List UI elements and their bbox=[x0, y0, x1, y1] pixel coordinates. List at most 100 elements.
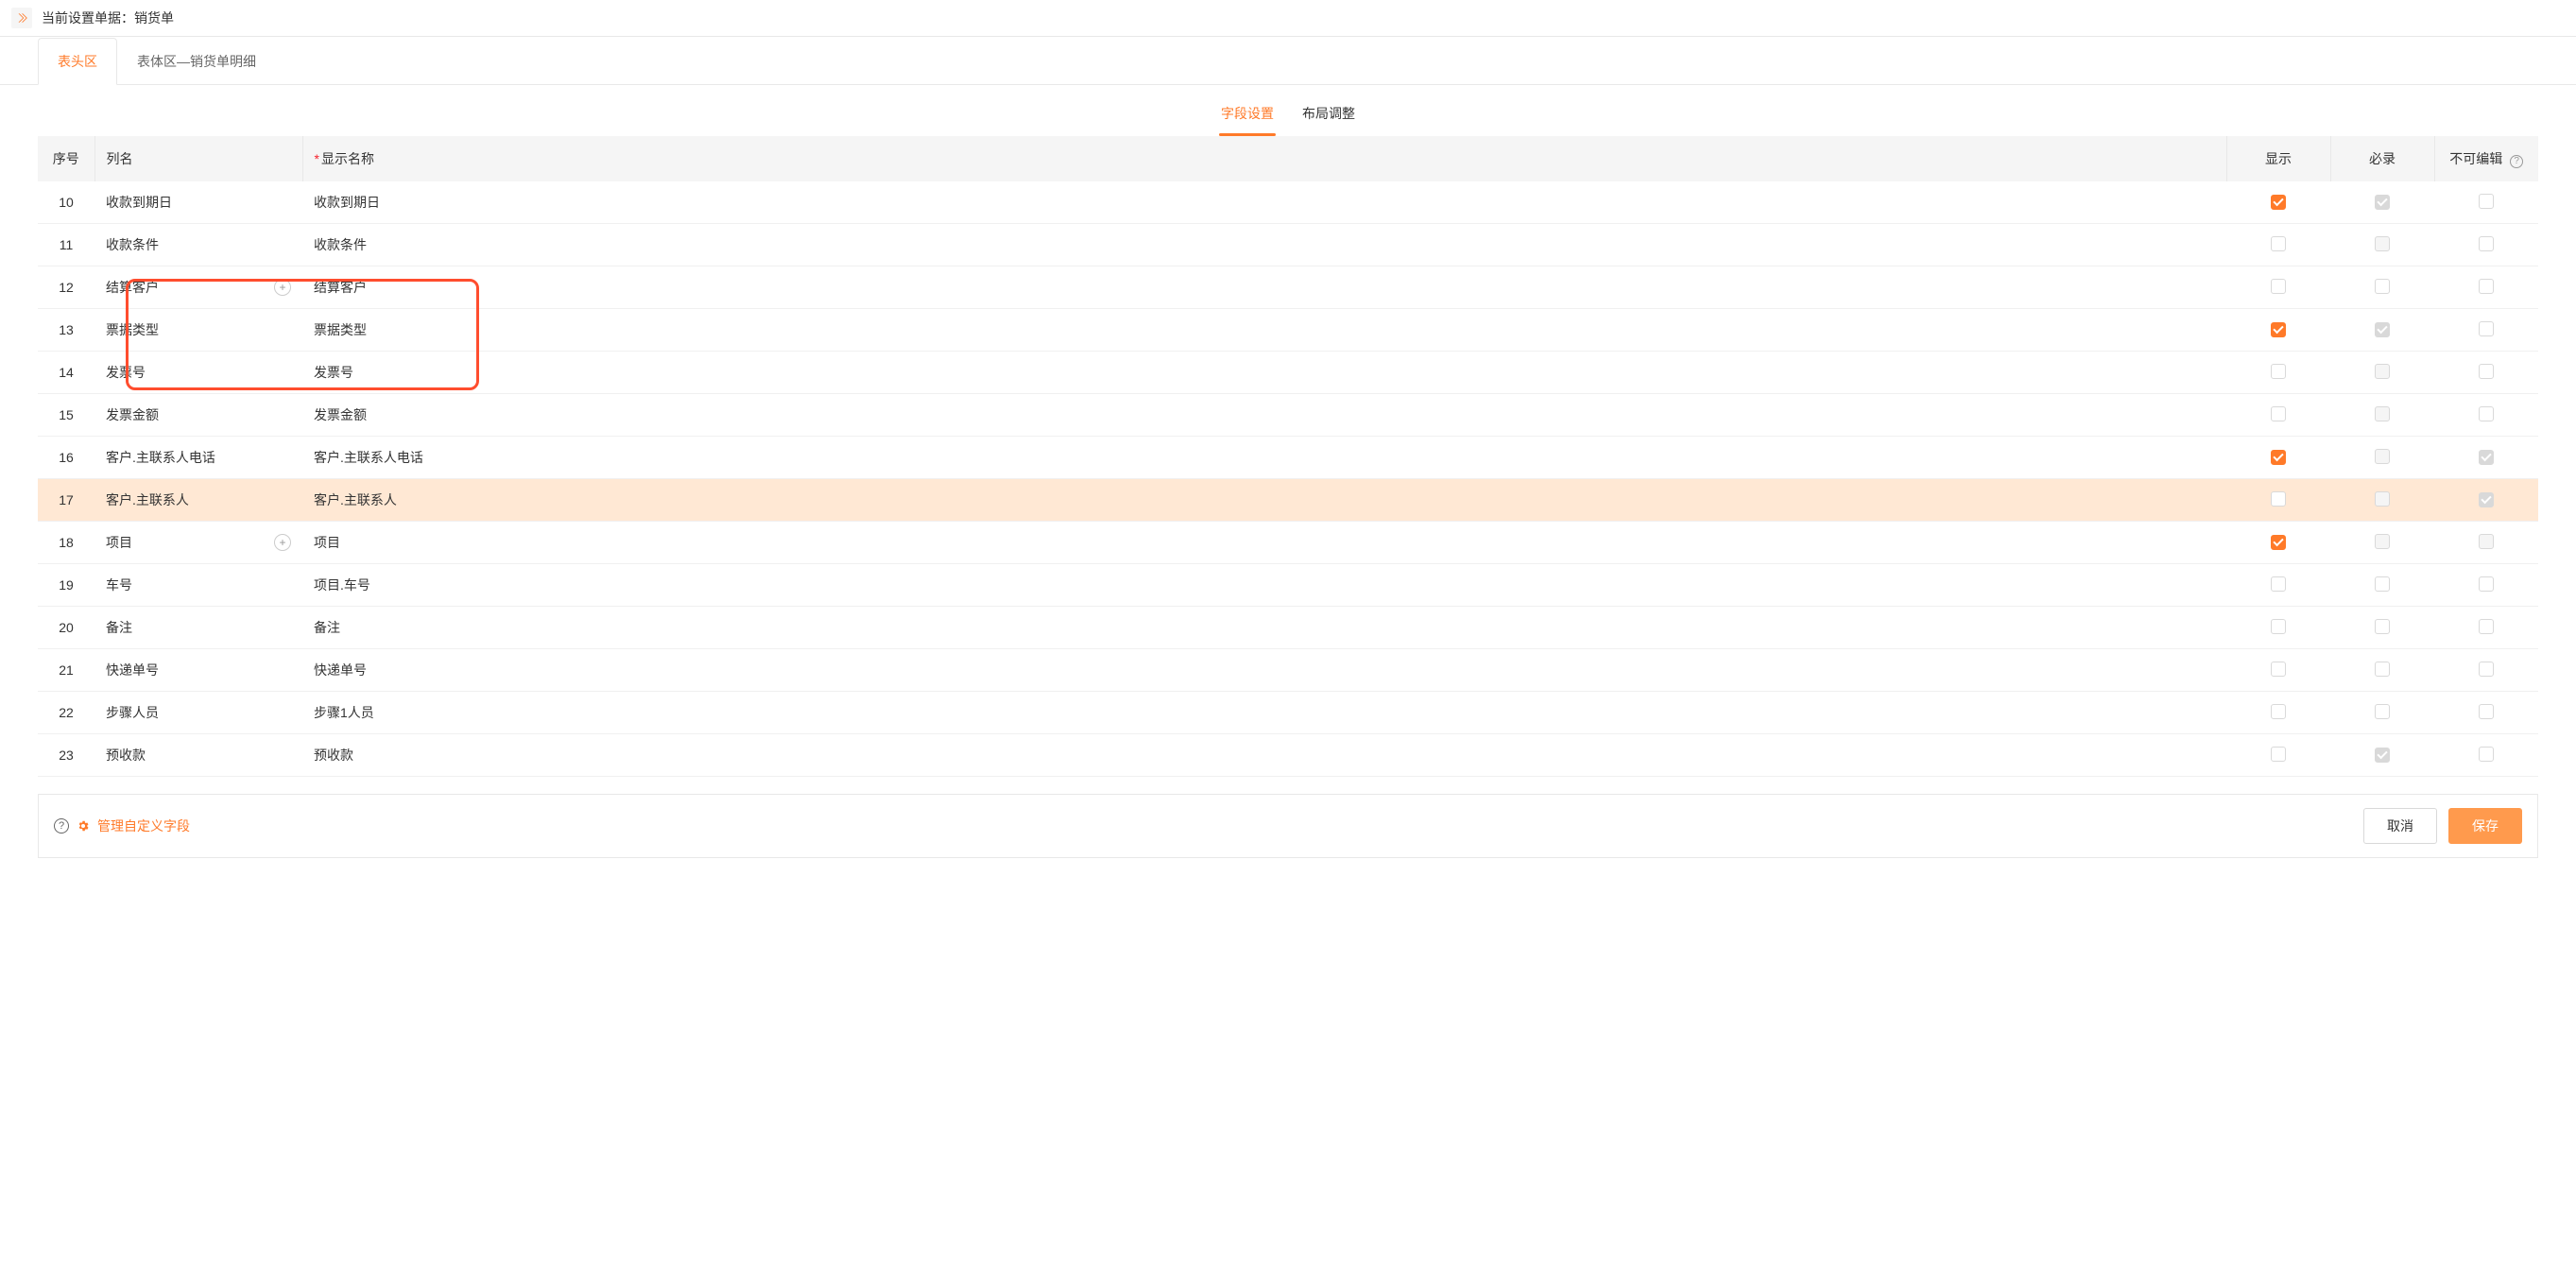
cell-display-name[interactable]: 客户.主联系人电话 bbox=[302, 437, 2226, 479]
cell-index: 11 bbox=[38, 224, 94, 266]
show-checkbox[interactable] bbox=[2271, 747, 2286, 762]
cell-name-text: 客户.主联系人 bbox=[106, 490, 189, 509]
table-row: 22步骤人员步骤1人员 bbox=[38, 692, 2538, 734]
show-checkbox[interactable] bbox=[2271, 236, 2286, 251]
cell-display-name[interactable]: 项目 bbox=[302, 522, 2226, 564]
cell-readonly bbox=[2434, 734, 2538, 777]
th-show: 显示 bbox=[2226, 136, 2330, 181]
readonly-checkbox[interactable] bbox=[2479, 364, 2494, 379]
sub-tab-0[interactable]: 字段设置 bbox=[1219, 98, 1276, 136]
th-name: 列名 bbox=[94, 136, 302, 181]
collapse-button[interactable] bbox=[11, 8, 32, 28]
tab-1[interactable]: 表体区—销货单明细 bbox=[117, 38, 276, 85]
cell-readonly bbox=[2434, 309, 2538, 352]
cell-required bbox=[2330, 734, 2434, 777]
cell-name: 客户.主联系人电话 bbox=[94, 437, 302, 479]
table-row: 21快递单号快递单号 bbox=[38, 649, 2538, 692]
readonly-checkbox[interactable] bbox=[2479, 747, 2494, 762]
th-display-name-label: 显示名称 bbox=[321, 151, 374, 166]
cell-display-name[interactable]: 步骤1人员 bbox=[302, 692, 2226, 734]
readonly-checkbox[interactable] bbox=[2479, 619, 2494, 634]
show-checkbox[interactable] bbox=[2271, 406, 2286, 421]
table-row: 16客户.主联系人电话客户.主联系人电话 bbox=[38, 437, 2538, 479]
readonly-checkbox[interactable] bbox=[2479, 406, 2494, 421]
required-checkbox bbox=[2375, 236, 2390, 251]
cell-index: 12 bbox=[38, 266, 94, 309]
readonly-checkbox[interactable] bbox=[2479, 194, 2494, 209]
cell-display-name[interactable]: 项目.车号 bbox=[302, 564, 2226, 607]
cell-name: 发票号 bbox=[94, 352, 302, 394]
cell-display-name[interactable]: 发票号 bbox=[302, 352, 2226, 394]
tab-0[interactable]: 表头区 bbox=[38, 38, 117, 85]
show-checkbox[interactable] bbox=[2271, 450, 2286, 465]
readonly-checkbox[interactable] bbox=[2479, 662, 2494, 677]
readonly-checkbox[interactable] bbox=[2479, 279, 2494, 294]
required-checkbox[interactable] bbox=[2375, 704, 2390, 719]
cell-name-text: 发票金额 bbox=[106, 405, 159, 424]
cell-readonly bbox=[2434, 564, 2538, 607]
plus-icon[interactable]: + bbox=[274, 279, 291, 296]
required-checkbox bbox=[2375, 195, 2390, 210]
sub-tab-1[interactable]: 布局调整 bbox=[1300, 98, 1357, 136]
cell-index: 20 bbox=[38, 607, 94, 649]
cell-index: 22 bbox=[38, 692, 94, 734]
cell-show bbox=[2226, 181, 2330, 224]
readonly-checkbox[interactable] bbox=[2479, 576, 2494, 592]
required-checkbox[interactable] bbox=[2375, 619, 2390, 634]
readonly-checkbox bbox=[2479, 450, 2494, 465]
cell-name-text: 快递单号 bbox=[106, 661, 159, 679]
cell-readonly bbox=[2434, 266, 2538, 309]
cell-display-name[interactable]: 快递单号 bbox=[302, 649, 2226, 692]
cell-show bbox=[2226, 522, 2330, 564]
show-checkbox[interactable] bbox=[2271, 576, 2286, 592]
show-checkbox[interactable] bbox=[2271, 662, 2286, 677]
cell-name: 客户.主联系人 bbox=[94, 479, 302, 522]
plus-icon[interactable]: + bbox=[274, 534, 291, 551]
cell-index: 16 bbox=[38, 437, 94, 479]
help-icon[interactable]: ? bbox=[2510, 155, 2523, 168]
show-checkbox[interactable] bbox=[2271, 195, 2286, 210]
cell-show bbox=[2226, 607, 2330, 649]
cell-readonly bbox=[2434, 437, 2538, 479]
save-button[interactable]: 保存 bbox=[2448, 808, 2522, 844]
readonly-checkbox[interactable] bbox=[2479, 236, 2494, 251]
required-checkbox bbox=[2375, 748, 2390, 763]
readonly-checkbox bbox=[2479, 534, 2494, 549]
show-checkbox[interactable] bbox=[2271, 322, 2286, 337]
cell-display-name[interactable]: 备注 bbox=[302, 607, 2226, 649]
cell-index: 17 bbox=[38, 479, 94, 522]
show-checkbox[interactable] bbox=[2271, 619, 2286, 634]
required-checkbox[interactable] bbox=[2375, 662, 2390, 677]
show-checkbox[interactable] bbox=[2271, 364, 2286, 379]
cell-index: 23 bbox=[38, 734, 94, 777]
cell-name-text: 收款到期日 bbox=[106, 193, 172, 212]
custom-field-link[interactable]: 管理自定义字段 bbox=[97, 816, 190, 835]
show-checkbox[interactable] bbox=[2271, 535, 2286, 550]
chevron-right-double-icon bbox=[15, 11, 28, 25]
cell-display-name[interactable]: 客户.主联系人 bbox=[302, 479, 2226, 522]
cell-name-text: 项目 bbox=[106, 533, 132, 552]
cell-display-name[interactable]: 发票金额 bbox=[302, 394, 2226, 437]
cell-display-name[interactable]: 票据类型 bbox=[302, 309, 2226, 352]
cell-display-name[interactable]: 结算客户 bbox=[302, 266, 2226, 309]
cancel-button[interactable]: 取消 bbox=[2363, 808, 2437, 844]
footer-right: 取消 保存 bbox=[2363, 808, 2522, 844]
required-checkbox[interactable] bbox=[2375, 279, 2390, 294]
show-checkbox[interactable] bbox=[2271, 491, 2286, 507]
show-checkbox[interactable] bbox=[2271, 279, 2286, 294]
readonly-checkbox[interactable] bbox=[2479, 704, 2494, 719]
cell-display-name[interactable]: 预收款 bbox=[302, 734, 2226, 777]
cell-name: 票据类型 bbox=[94, 309, 302, 352]
show-checkbox[interactable] bbox=[2271, 704, 2286, 719]
cell-display-name[interactable]: 收款条件 bbox=[302, 224, 2226, 266]
footer: ? 管理自定义字段 取消 保存 bbox=[38, 794, 2538, 858]
cell-show bbox=[2226, 692, 2330, 734]
question-icon[interactable]: ? bbox=[54, 818, 69, 834]
cell-required bbox=[2330, 224, 2434, 266]
cell-required bbox=[2330, 607, 2434, 649]
required-checkbox[interactable] bbox=[2375, 576, 2390, 592]
cell-show bbox=[2226, 352, 2330, 394]
cell-name: 收款条件 bbox=[94, 224, 302, 266]
cell-display-name[interactable]: 收款到期日 bbox=[302, 181, 2226, 224]
readonly-checkbox[interactable] bbox=[2479, 321, 2494, 336]
